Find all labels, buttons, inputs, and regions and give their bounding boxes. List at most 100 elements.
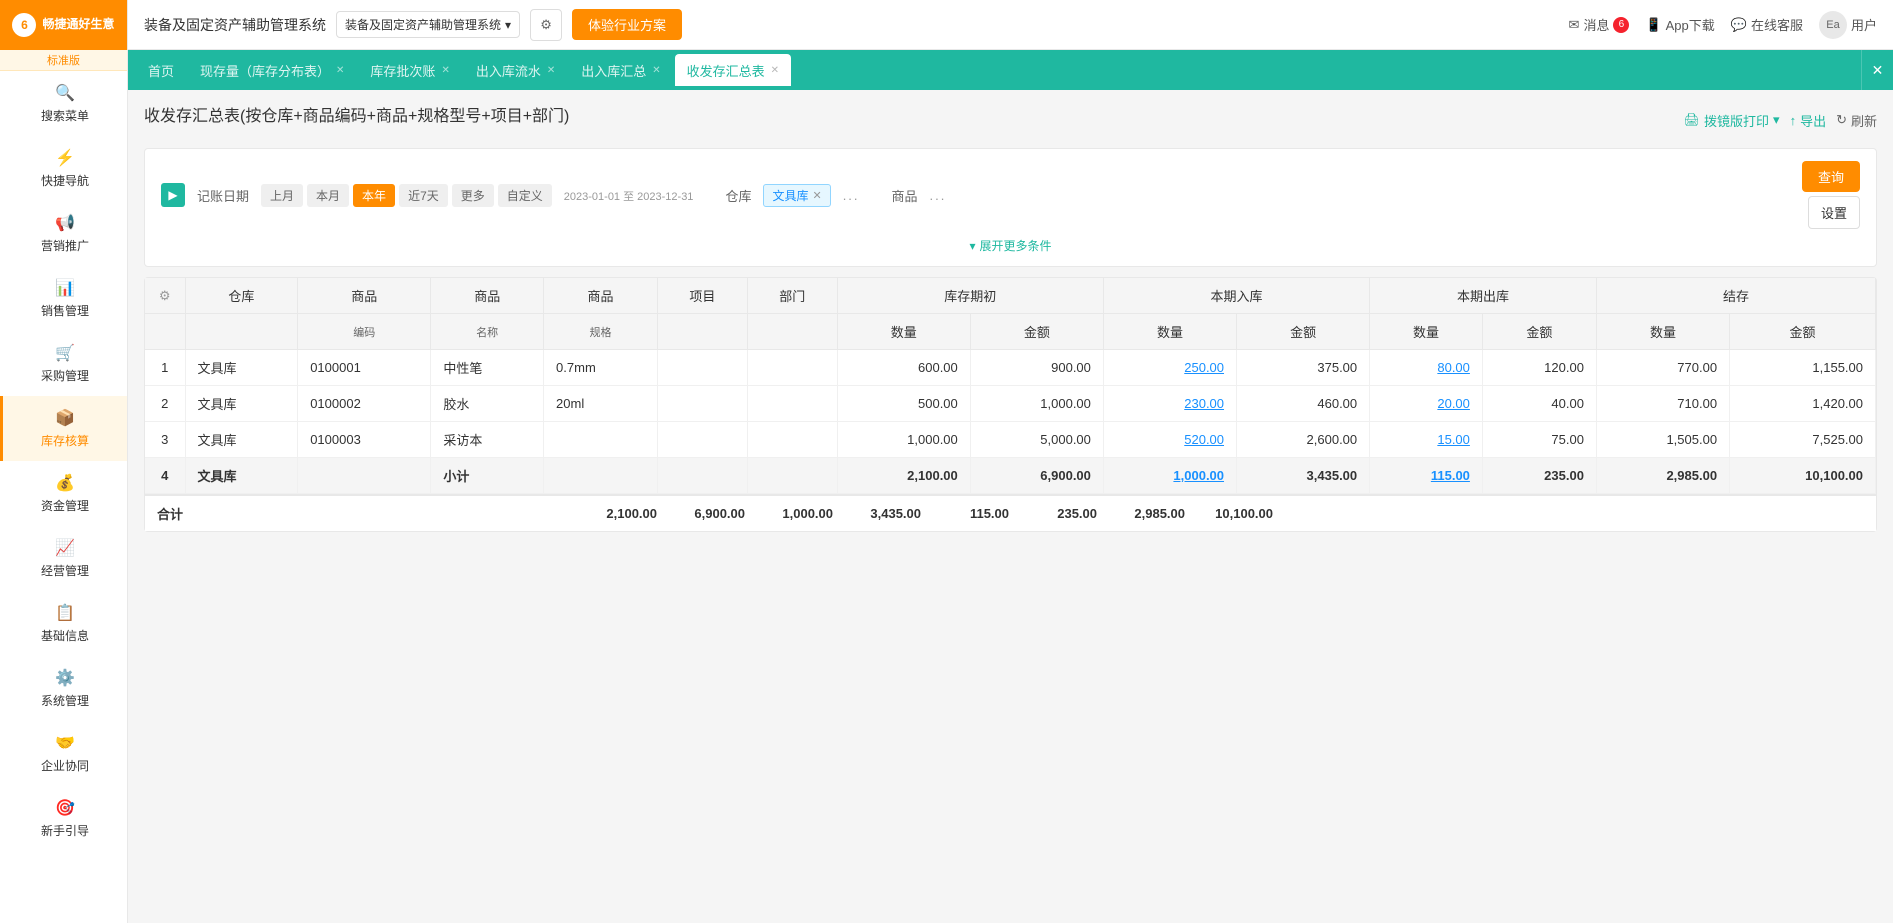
cell-warehouse: 文具库 [185, 386, 298, 422]
app-download-action[interactable]: 📱 App下载 [1645, 15, 1714, 34]
export-button[interactable]: ↑ 导出 [1790, 111, 1827, 130]
col-close-qty-subheader: 数量 [1596, 314, 1729, 350]
tab-close-5[interactable]: ✕ [771, 65, 779, 76]
date-btn-7days[interactable]: 近7天 [399, 184, 448, 207]
sidebar-item-8[interactable]: 📋 基础信息 [0, 591, 127, 656]
close-all-icon[interactable]: ✕ [1872, 62, 1884, 79]
tab-close-4[interactable]: ✕ [652, 65, 660, 76]
trial-button[interactable]: 体验行业方案 [572, 9, 682, 40]
footer-close-qty: 2,985.00 [1105, 506, 1185, 521]
cell-dept [747, 422, 837, 458]
filter-toggle-arrow[interactable]: ▶ [161, 183, 185, 207]
table-row: 4 文具库 小计 2,100.00 6,900.00 1,000.00 3,43… [145, 458, 1876, 494]
sidebar: 6 畅捷通好生意 标准版 🔍 搜索菜单 ⚡ 快捷导航 📢 营销推广 📊 销售管理… [0, 0, 128, 923]
qty-in-link[interactable]: 230.00 [1184, 396, 1224, 411]
date-btn-more[interactable]: 更多 [452, 184, 494, 207]
expand-button[interactable]: ▾ 展开更多条件 [969, 237, 1051, 254]
col-project-subheader [658, 314, 748, 350]
cell-code: 0100003 [298, 422, 431, 458]
tab-5[interactable]: 收发存汇总表✕ [675, 54, 791, 86]
warehouse-tag-remove[interactable]: ✕ [812, 189, 821, 202]
refresh-icon: ↻ [1836, 112, 1847, 128]
sidebar-label-6: 资金管理 [41, 497, 89, 514]
tab-close-1[interactable]: ✕ [336, 65, 344, 76]
cell-in-amt: 460.00 [1237, 386, 1370, 422]
sidebar-menu: 🔍 搜索菜单 ⚡ 快捷导航 📢 营销推广 📊 销售管理 🛒 采购管理 📦 库存核… [0, 71, 127, 923]
sidebar-item-4[interactable]: 🛒 采购管理 [0, 331, 127, 396]
cell-spec [544, 422, 658, 458]
sidebar-icon-2: 📢 [55, 213, 75, 233]
sidebar-label-1: 快捷导航 [41, 172, 89, 189]
print-button[interactable]: 🖨 拨镜版打印 ▾ [1684, 111, 1780, 130]
cell-close-qty: 770.00 [1596, 350, 1729, 386]
goods-more-dots[interactable]: ... [930, 188, 947, 203]
qty-out-link[interactable]: 15.00 [1437, 432, 1470, 447]
sidebar-item-1[interactable]: ⚡ 快捷导航 [0, 136, 127, 201]
col-out-header: 本期出库 [1370, 278, 1597, 314]
cell-out-qty: 20.00 [1370, 386, 1483, 422]
chevron-down-icon: ▾ [1773, 112, 1780, 128]
warehouse-label: 仓库 [725, 186, 751, 205]
sidebar-item-0[interactable]: 🔍 搜索菜单 [0, 71, 127, 136]
col-no-subheader [145, 314, 185, 350]
qty-out-link[interactable]: 20.00 [1437, 396, 1470, 411]
col-code-subheader: 编码 [298, 314, 431, 350]
sidebar-item-2[interactable]: 📢 营销推广 [0, 201, 127, 266]
qty-in-link[interactable]: 250.00 [1184, 360, 1224, 375]
subtotal-out-qty[interactable]: 115.00 [1431, 468, 1470, 483]
page-title: 收发存汇总表(按仓库+商品编码+商品+规格型号+项目+部门) [144, 102, 569, 126]
messages-action[interactable]: ✉ 消息 6 [1569, 15, 1630, 34]
system-title: 装备及固定资产辅助管理系统 [144, 15, 326, 35]
settings-button[interactable]: ⚙ [530, 9, 562, 41]
col-dept-header: 部门 [747, 278, 837, 314]
cell-open-qty: 500.00 [837, 386, 970, 422]
date-btn-cur-year[interactable]: 本年 [353, 184, 395, 207]
tab-3[interactable]: 出入库流水✕ [464, 54, 567, 86]
tab-close-3[interactable]: ✕ [547, 65, 555, 76]
sidebar-item-6[interactable]: 💰 资金管理 [0, 461, 127, 526]
sidebar-item-3[interactable]: 📊 销售管理 [0, 266, 127, 331]
sidebar-item-9[interactable]: ⚙️ 系统管理 [0, 656, 127, 721]
warehouse-more-dots[interactable]: ... [843, 188, 860, 203]
sidebar-label-8: 基础信息 [41, 627, 89, 644]
user-action[interactable]: Ea 用户 [1819, 11, 1877, 39]
qty-in-link[interactable]: 520.00 [1184, 432, 1224, 447]
print-label: 拨镜版打印 [1704, 111, 1769, 130]
col-settings-header[interactable]: ⚙ [145, 278, 185, 314]
col-name-subheader: 名称 [431, 314, 544, 350]
cell-code: 0100001 [298, 350, 431, 386]
qty-out-link[interactable]: 80.00 [1437, 360, 1470, 375]
col-spec-header: 商品 [544, 278, 658, 314]
sidebar-icon-5: 📦 [55, 408, 75, 428]
tab-0[interactable]: 首页 [136, 54, 186, 86]
col-dept-subheader [747, 314, 837, 350]
avatar: Ea [1819, 11, 1847, 39]
sidebar-item-11[interactable]: 🎯 新手引导 [0, 786, 127, 851]
cell-project [658, 386, 748, 422]
cell-spec: 0.7mm [544, 350, 658, 386]
query-button[interactable]: 查询 [1802, 161, 1860, 192]
sidebar-label-9: 系统管理 [41, 692, 89, 709]
sidebar-item-5[interactable]: 📦 库存核算 [0, 396, 127, 461]
cell-out-amt: 40.00 [1482, 386, 1596, 422]
tab-1[interactable]: 现存量（库存分布表）✕ [188, 54, 356, 86]
refresh-label: 刷新 [1851, 111, 1877, 130]
online-service-action[interactable]: 💬 在线客服 [1731, 15, 1803, 34]
date-btn-custom[interactable]: 自定义 [498, 184, 552, 207]
sidebar-item-10[interactable]: 🤝 企业协同 [0, 721, 127, 786]
date-btn-cur-month[interactable]: 本月 [307, 184, 349, 207]
footer-out-amt: 235.00 [1017, 506, 1097, 521]
cell-close-amt: 10,100.00 [1730, 458, 1876, 494]
header-right: ✉ 消息 6 📱 App下载 💬 在线客服 Ea 用户 [1569, 11, 1877, 39]
subtotal-in-qty[interactable]: 1,000.00 [1173, 468, 1224, 483]
date-btn-prev-month[interactable]: 上月 [261, 184, 303, 207]
sidebar-item-7[interactable]: 📈 经营管理 [0, 526, 127, 591]
tab-4[interactable]: 出入库汇总✕ [569, 54, 672, 86]
system-select[interactable]: 装备及固定资产辅助管理系统 ▾ [336, 11, 520, 38]
refresh-button[interactable]: ↻ 刷新 [1836, 111, 1877, 130]
tab-close-2[interactable]: ✕ [441, 65, 449, 76]
cell-project [658, 350, 748, 386]
footer-in-amt: 3,435.00 [841, 506, 921, 521]
tab-2[interactable]: 库存批次账✕ [358, 54, 461, 86]
settings-action-button[interactable]: 设置 [1808, 196, 1860, 229]
